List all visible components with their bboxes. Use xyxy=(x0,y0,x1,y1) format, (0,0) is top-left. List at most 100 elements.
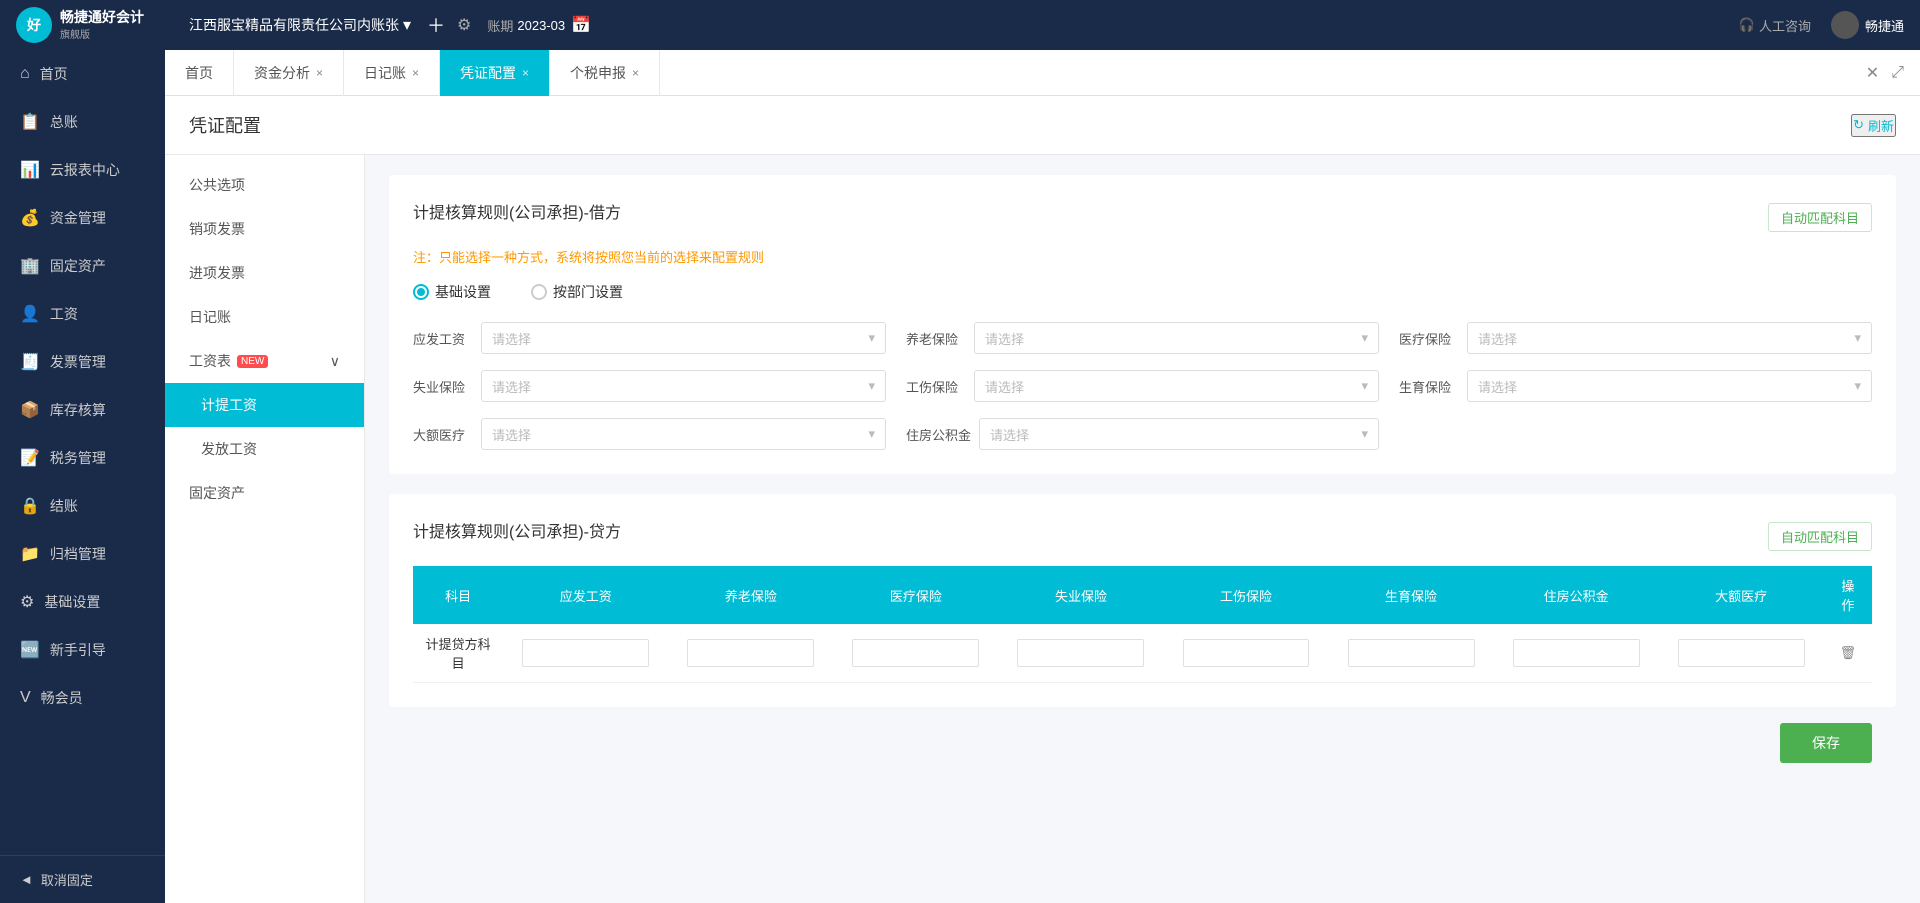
radio-basic[interactable]: 基础设置 xyxy=(413,282,491,302)
delete-icon[interactable]: 🗑 xyxy=(1840,645,1857,660)
company-dropdown-icon[interactable]: ▾ xyxy=(403,15,411,35)
sidebar-item-invoice[interactable]: 🧾 发票管理 xyxy=(0,338,165,386)
sidebar-item-assets[interactable]: 🏢 固定资产 xyxy=(0,242,165,290)
col-yiliao: 医疗保险 xyxy=(833,566,998,624)
left-nav-calc-salary-label: 计提工资 xyxy=(201,395,257,415)
debit-auto-match-button[interactable]: 自动匹配科目 xyxy=(1768,203,1872,232)
sidebar-item-inventory[interactable]: 📦 库存核算 xyxy=(0,386,165,434)
tab-tax-report[interactable]: 个税申报 × xyxy=(550,50,660,96)
input-credit-shengyu[interactable] xyxy=(1348,639,1475,667)
input-credit-yingfa[interactable] xyxy=(522,639,649,667)
left-nav-journal[interactable]: 日记账 xyxy=(165,295,364,339)
input-credit-yanglao[interactable] xyxy=(687,639,814,667)
left-nav-purchase-invoice[interactable]: 进项发票 xyxy=(165,251,364,295)
select-shengyu[interactable]: 请选择 ▾ xyxy=(1467,370,1872,402)
left-nav-fixed-assets[interactable]: 固定资产 xyxy=(165,471,364,515)
ledger-icon: 📋 xyxy=(20,112,40,132)
label-gongjijin: 住房公积金 xyxy=(906,425,971,444)
left-nav-pay-salary[interactable]: 发放工资 xyxy=(165,427,364,471)
select-gongjijin[interactable]: 请选择 ▾ xyxy=(979,418,1379,450)
sidebar-item-guide[interactable]: 🆕 新手引导 xyxy=(0,626,165,674)
sidebar-label-ledger: 总账 xyxy=(50,112,78,132)
cell-gongshang[interactable] xyxy=(1163,624,1328,683)
col-yingfa: 应发工资 xyxy=(503,566,668,624)
company-name: 江西服宝精品有限责任公司内账张 xyxy=(189,15,399,35)
assets-icon: 🏢 xyxy=(20,256,40,276)
left-nav-public[interactable]: 公共选项 xyxy=(165,163,364,207)
cell-action[interactable]: 🗑 xyxy=(1824,624,1872,683)
radio-department[interactable]: 按部门设置 xyxy=(531,282,623,302)
gear-icon[interactable]: ⚙ xyxy=(457,15,471,35)
top-bar-right: 🎧 人工咨询 畅捷通 xyxy=(1739,11,1904,39)
input-credit-yiliao[interactable] xyxy=(852,639,979,667)
cell-gongjijin[interactable] xyxy=(1494,624,1659,683)
select-yiliao[interactable]: 请选择 ▾ xyxy=(1467,322,1872,354)
support-button[interactable]: 🎧 人工咨询 xyxy=(1739,16,1811,35)
cell-daejiliao[interactable] xyxy=(1659,624,1824,683)
left-nav-calc-salary[interactable]: 计提工资 xyxy=(165,383,364,427)
sidebar-item-home[interactable]: ⌂ 首页 xyxy=(0,50,165,98)
right-panel: 计提核算规则(公司承担)-借方 自动匹配科目 注：只能选择一种方式，系统将按照您… xyxy=(365,155,1920,903)
refresh-button[interactable]: ↻ 刷新 xyxy=(1851,114,1896,137)
main-layout: ⌂ 首页 📋 总账 📊 云报表中心 💰 资金管理 🏢 固定资产 👤 工资 🧾 发… xyxy=(0,50,1920,903)
content-area: 首页 资金分析 × 日记账 × 凭证配置 × 个税申报 × ✕ ⤢ xyxy=(165,50,1920,903)
select-shengyu-placeholder: 请选择 xyxy=(1478,377,1517,396)
select-daejiliao[interactable]: 请选择 ▾ xyxy=(481,418,886,450)
tab-fund-analysis[interactable]: 资金分析 × xyxy=(234,50,344,96)
sidebar-item-vip[interactable]: V 畅会员 xyxy=(0,674,165,722)
label-yiliao: 医疗保险 xyxy=(1399,329,1459,348)
cell-yingfa[interactable] xyxy=(503,624,668,683)
tab-journal-close[interactable]: × xyxy=(412,66,419,80)
sidebar-item-reports[interactable]: 📊 云报表中心 xyxy=(0,146,165,194)
sidebar-item-settings[interactable]: ⚙ 基础设置 xyxy=(0,578,165,626)
left-nav-journal-label: 日记账 xyxy=(189,307,231,327)
sidebar-item-salary[interactable]: 👤 工资 xyxy=(0,290,165,338)
cell-shengyu[interactable] xyxy=(1329,624,1494,683)
select-yingfa[interactable]: 请选择 ▾ xyxy=(481,322,886,354)
page-header: 凭证配置 ↻ 刷新 xyxy=(165,96,1920,155)
credit-auto-match-button[interactable]: 自动匹配科目 xyxy=(1768,522,1872,551)
calendar-icon[interactable]: 📅 xyxy=(571,15,591,35)
col-yanglao: 养老保险 xyxy=(668,566,833,624)
chevron-gongjijin-icon: ▾ xyxy=(1361,426,1368,442)
add-icon[interactable]: ＋ xyxy=(427,12,445,38)
tab-journal[interactable]: 日记账 × xyxy=(344,50,440,96)
sidebar-unpin[interactable]: ◄ 取消固定 xyxy=(0,855,165,903)
left-nav-sales-invoice[interactable]: 销项发票 xyxy=(165,207,364,251)
sidebar-label-invoice: 发票管理 xyxy=(50,352,106,372)
tab-home[interactable]: 首页 xyxy=(165,50,234,96)
sidebar-item-funds[interactable]: 💰 资金管理 xyxy=(0,194,165,242)
input-credit-shiye[interactable] xyxy=(1017,639,1144,667)
tab-expand-icon[interactable]: ⤢ xyxy=(1891,64,1904,82)
sidebar-item-archive[interactable]: 📁 归档管理 xyxy=(0,530,165,578)
sidebar-item-tax[interactable]: 📝 税务管理 xyxy=(0,434,165,482)
select-shiye[interactable]: 请选择 ▾ xyxy=(481,370,886,402)
cell-yanglao[interactable] xyxy=(668,624,833,683)
user-menu[interactable]: 畅捷通 xyxy=(1831,11,1904,39)
refresh-icon: ↻ xyxy=(1853,117,1864,133)
cell-shiye[interactable] xyxy=(998,624,1163,683)
left-nav-purchase-label: 进项发票 xyxy=(189,263,245,283)
unpin-icon: ◄ xyxy=(20,872,33,887)
sidebar-item-close[interactable]: 🔒 结账 xyxy=(0,482,165,530)
salary-icon: 👤 xyxy=(20,304,40,324)
left-nav-salary-header[interactable]: 工资表 NEW ∨ xyxy=(165,339,364,383)
input-credit-gongshang[interactable] xyxy=(1183,639,1310,667)
tab-voucher-close[interactable]: × xyxy=(522,66,529,80)
tab-fund-close[interactable]: × xyxy=(316,66,323,80)
col-shiye: 失业保险 xyxy=(998,566,1163,624)
save-button[interactable]: 保存 xyxy=(1780,723,1872,763)
input-credit-gongjijin[interactable] xyxy=(1513,639,1640,667)
select-yanglao[interactable]: 请选择 ▾ xyxy=(974,322,1379,354)
tab-close-icon[interactable]: ✕ xyxy=(1866,63,1879,83)
chevron-daejiliao-icon: ▾ xyxy=(868,426,875,442)
col-action: 操作 xyxy=(1824,566,1872,624)
support-label: 人工咨询 xyxy=(1759,16,1811,35)
sidebar-item-ledger[interactable]: 📋 总账 xyxy=(0,98,165,146)
input-credit-daejiliao[interactable] xyxy=(1678,639,1805,667)
cell-yiliao[interactable] xyxy=(833,624,998,683)
tab-voucher-config[interactable]: 凭证配置 × xyxy=(440,50,550,96)
select-gongshang[interactable]: 请选择 ▾ xyxy=(974,370,1379,402)
sidebar-label-close: 结账 xyxy=(50,496,78,516)
tab-tax-close[interactable]: × xyxy=(632,66,639,80)
